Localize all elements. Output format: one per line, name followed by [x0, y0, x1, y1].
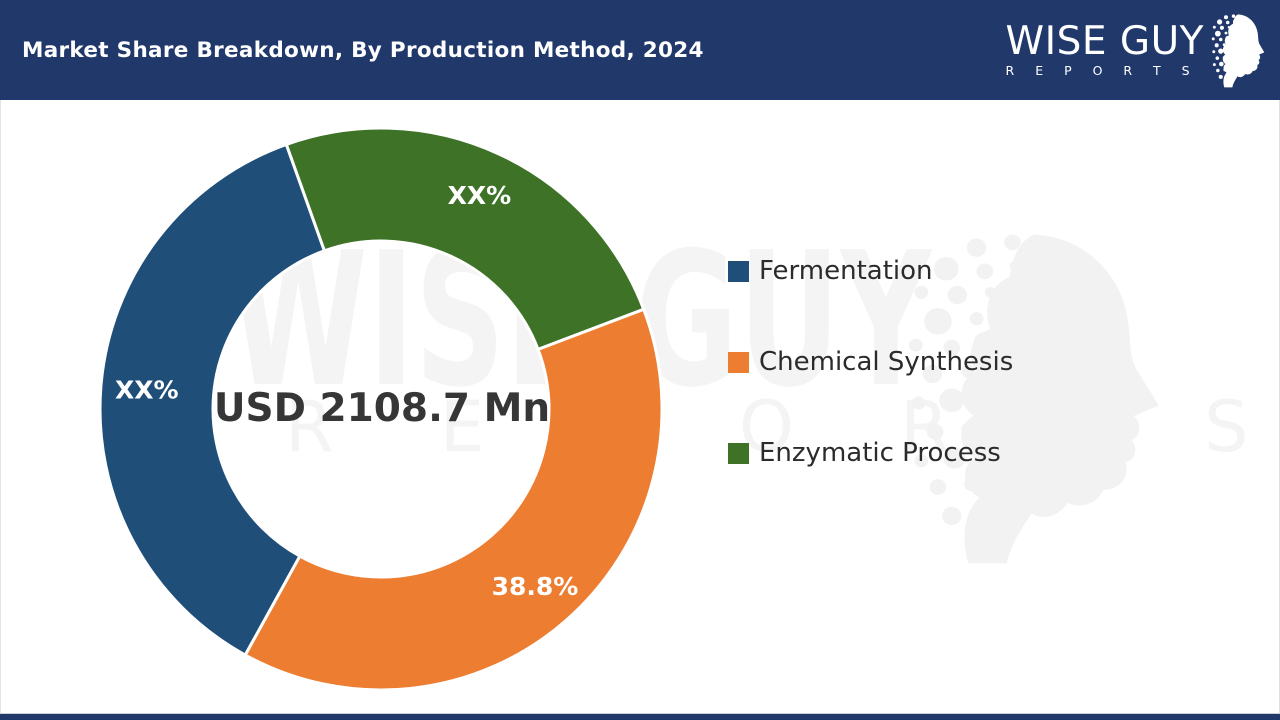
- logo-subtitle: R E P O R T S: [1005, 63, 1199, 79]
- chart-legend: Fermentation Chemical Synthesis Enzymati…: [728, 256, 1013, 529]
- segment-percentage-label: XX%: [115, 376, 179, 405]
- legend-label: Fermentation: [759, 256, 933, 286]
- segment-percentage-label: 38.8%: [492, 572, 579, 601]
- legend-swatch-orange: [728, 351, 749, 373]
- legend-item-chemical-synthesis: Chemical Synthesis: [728, 347, 1013, 377]
- dotted-head-profile-icon: [1211, 14, 1265, 88]
- page-title: Market Share Breakdown, By Production Me…: [22, 37, 704, 63]
- legend-item-fermentation: Fermentation: [728, 256, 1013, 286]
- legend-swatch-green: [728, 442, 749, 464]
- legend-label: Enzymatic Process: [759, 438, 1001, 468]
- legend-label: Chemical Synthesis: [759, 347, 1014, 377]
- donut-segment-chemical-synthesis: [243, 307, 664, 692]
- donut-center-value: USD 2108.7 Mn: [213, 385, 551, 431]
- footer-bar: [0, 714, 1280, 720]
- header-bar: Market Share Breakdown, By Production Me…: [0, 0, 1280, 100]
- logo-wordmark: WISE GUY: [1005, 19, 1204, 65]
- segment-percentage-label: XX%: [448, 181, 512, 210]
- chart-area: WISE GUY R E P O R T S XX% 38.8% XX% USD 2…: [0, 100, 1280, 714]
- wise-guy-logo: WISE GUY R E P O R T S: [1006, 12, 1266, 88]
- legend-swatch-blue: [728, 260, 749, 282]
- logo-text: WISE GUY R E P O R T S: [1006, 22, 1204, 78]
- donut-segment-enzymatic-process: [284, 126, 646, 351]
- legend-item-enzymatic-process: Enzymatic Process: [728, 438, 1013, 468]
- report-page: Market Share Breakdown, By Production Me…: [0, 0, 1280, 720]
